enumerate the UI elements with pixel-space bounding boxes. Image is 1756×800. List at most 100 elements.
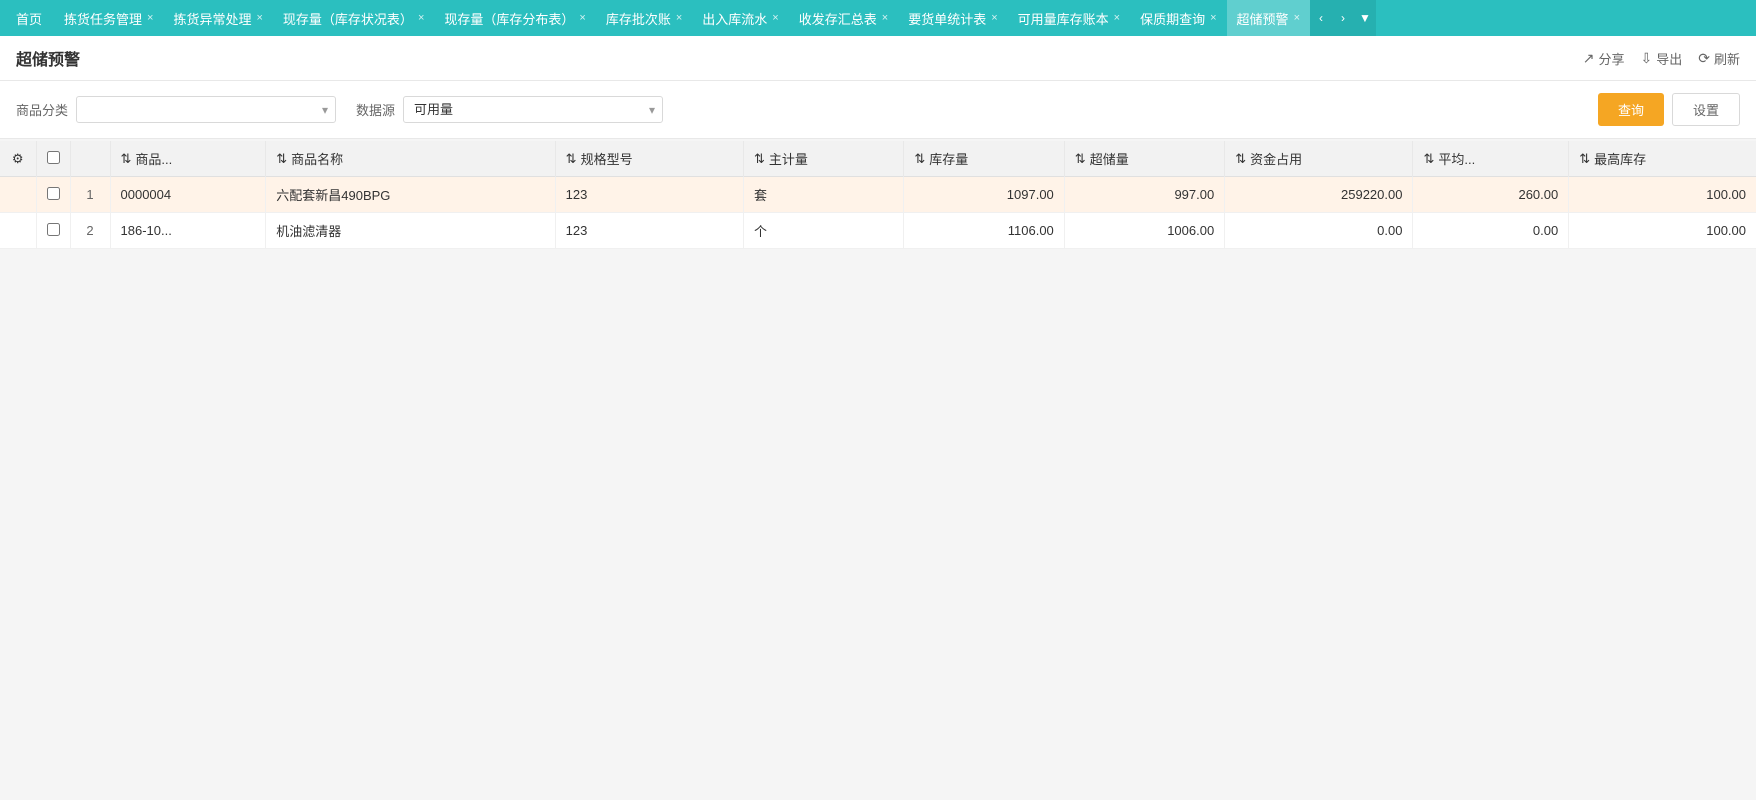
row-checkbox[interactable] [47,187,60,200]
datasource-select-wrapper: 可用量 [403,96,663,123]
column-code[interactable]: ⇅ 商品... [110,141,266,177]
cell-maxstock: 100.00 [1569,213,1756,249]
table-area: ⚙ ⇅ 商品... ⇅ 商品名称 [0,141,1756,249]
page-header: 超储预警 ↗ 分享 ⇩ 导出 ⟳ 刷新 [0,36,1756,81]
sort-maxstock[interactable]: ⇅ 最高库存 [1579,149,1646,168]
nav-tab-2[interactable]: 现存量（库存状况表） × [273,0,434,36]
column-maxstock[interactable]: ⇅ 最高库存 [1569,141,1756,177]
nav-tab-10[interactable]: 超储预警 × [1227,0,1310,36]
category-label: 商品分类 [16,100,68,119]
nav-menu-arrow[interactable]: ▼ [1354,0,1376,36]
sort-stock[interactable]: ⇅ 库存量 [914,149,968,168]
cell-code: 186-10... [110,213,266,249]
cell-name: 机油滤清器 [266,213,555,249]
sort-capital[interactable]: ⇅ 资金占用 [1235,149,1302,168]
page-title: 超储预警 [16,46,80,70]
data-table: ⚙ ⇅ 商品... ⇅ 商品名称 [0,141,1756,249]
cell-code: 0000004 [110,177,266,213]
column-name[interactable]: ⇅ 商品名称 [266,141,555,177]
cell-spec: 123 [555,177,743,213]
sort-overflow[interactable]: ⇅ 超储量 [1075,149,1129,168]
export-icon: ⇩ [1641,50,1653,67]
cell-avg: 0.00 [1413,213,1569,249]
close-icon[interactable]: × [147,12,153,24]
table-row: 2 186-10... 机油滤清器 123 个 1106.00 1006.00 … [0,213,1756,249]
close-icon[interactable]: × [676,12,682,24]
cell-stock: 1106.00 [904,213,1064,249]
nav-tab-3[interactable]: 现存量（库存分布表） × [434,0,595,36]
column-spec[interactable]: ⇅ 规格型号 [555,141,743,177]
column-avg[interactable]: ⇅ 平均... [1413,141,1569,177]
filter-area: 商品分类 数据源 可用量 查询 设置 [0,81,1756,139]
column-capital[interactable]: ⇅ 资金占用 [1225,141,1413,177]
nav-next-arrow[interactable]: › [1332,0,1354,36]
close-icon[interactable]: × [418,12,424,24]
close-icon[interactable]: × [882,12,888,24]
sort-avg[interactable]: ⇅ 平均... [1423,149,1475,168]
column-num [70,141,110,177]
column-overflow[interactable]: ⇅ 超储量 [1064,141,1224,177]
nav-tab-0[interactable]: 拣货任务管理 × [54,0,163,36]
category-select[interactable] [76,96,336,123]
cell-unit: 套 [743,177,903,213]
cell-num: 2 [70,213,110,249]
datasource-select[interactable]: 可用量 [403,96,663,123]
column-stock[interactable]: ⇅ 库存量 [904,141,1064,177]
cell-capital: 259220.00 [1225,177,1413,213]
column-gear[interactable]: ⚙ [0,141,36,177]
refresh-icon: ⟳ [1698,50,1710,67]
close-icon[interactable]: × [256,12,262,24]
close-icon[interactable]: × [1294,12,1300,24]
gear-icon[interactable]: ⚙ [12,151,24,166]
export-button[interactable]: ⇩ 导出 [1641,49,1683,68]
nav-tab-7[interactable]: 要货单统计表 × [898,0,1007,36]
close-icon[interactable]: × [579,12,585,24]
nav-tab-5[interactable]: 出入库流水 × [692,0,788,36]
table-row: 1 0000004 六配套新昌490BPG 123 套 1097.00 997.… [0,177,1756,213]
cell-maxstock: 100.00 [1569,177,1756,213]
cell-gear [0,213,36,249]
settings-button[interactable]: 设置 [1672,93,1740,126]
query-button[interactable]: 查询 [1598,93,1664,126]
nav-home[interactable]: 首页 [4,0,54,36]
filter-category: 商品分类 [16,96,336,123]
cell-checkbox[interactable] [36,213,70,249]
cell-num: 1 [70,177,110,213]
close-icon[interactable]: × [991,12,997,24]
cell-overflow: 997.00 [1064,177,1224,213]
filter-datasource: 数据源 可用量 [356,96,663,123]
category-select-wrapper [76,96,336,123]
nav-tab-9[interactable]: 保质期查询 × [1130,0,1226,36]
sort-spec[interactable]: ⇅ 规格型号 [566,149,633,168]
nav-tab-8[interactable]: 可用量库存账本 × [1008,0,1130,36]
cell-unit: 个 [743,213,903,249]
nav-tab-1[interactable]: 拣货异常处理 × [163,0,272,36]
cell-checkbox[interactable] [36,177,70,213]
select-all-checkbox[interactable] [47,151,60,164]
sort-code[interactable]: ⇅ 商品... [121,149,173,168]
nav-prev-arrow[interactable]: ‹ [1310,0,1332,36]
nav-tab-4[interactable]: 库存批次账 × [596,0,692,36]
cell-spec: 123 [555,213,743,249]
cell-capital: 0.00 [1225,213,1413,249]
close-icon[interactable]: × [772,12,778,24]
cell-stock: 1097.00 [904,177,1064,213]
share-button[interactable]: ↗ 分享 [1583,49,1625,68]
refresh-button[interactable]: ⟳ 刷新 [1698,49,1740,68]
column-unit[interactable]: ⇅ 主计量 [743,141,903,177]
cell-gear [0,177,36,213]
cell-avg: 260.00 [1413,177,1569,213]
row-checkbox[interactable] [47,223,60,236]
sort-name[interactable]: ⇅ 商品名称 [276,149,343,168]
table-header-row: ⚙ ⇅ 商品... ⇅ 商品名称 [0,141,1756,177]
cell-name: 六配套新昌490BPG [266,177,555,213]
header-actions: ↗ 分享 ⇩ 导出 ⟳ 刷新 [1583,49,1740,68]
close-icon[interactable]: × [1114,12,1120,24]
sort-unit[interactable]: ⇅ 主计量 [754,149,808,168]
cell-overflow: 1006.00 [1064,213,1224,249]
column-checkbox [36,141,70,177]
close-icon[interactable]: × [1210,12,1216,24]
filter-actions: 查询 设置 [1598,93,1740,126]
datasource-label: 数据源 [356,100,395,119]
nav-tab-6[interactable]: 收发存汇总表 × [789,0,898,36]
